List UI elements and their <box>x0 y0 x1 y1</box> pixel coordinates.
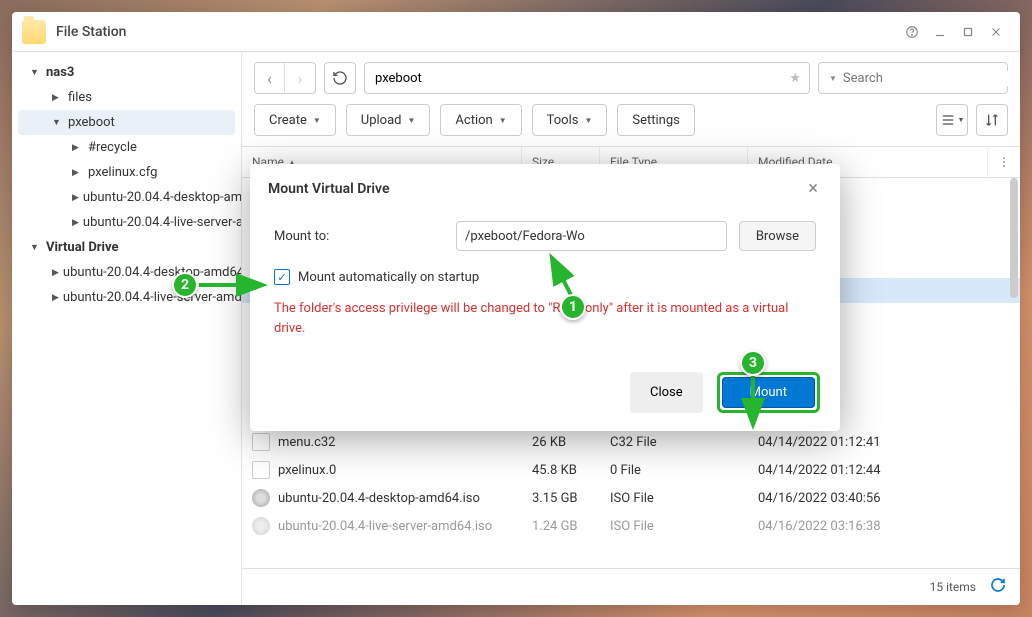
tree-item-pxelinux-cfg[interactable]: ▶pxelinux.cfg <box>12 160 241 185</box>
refresh-button[interactable] <box>324 62 356 94</box>
view-list-button[interactable]: ▼ <box>936 104 968 136</box>
table-row[interactable]: ubuntu-20.04.4-live-server-amd64.iso1.24… <box>242 512 1020 540</box>
iso-icon <box>252 517 270 535</box>
table-row[interactable]: pxelinux.045.8 KB0 File04/14/2022 01:12:… <box>242 456 1020 484</box>
help-button[interactable] <box>898 18 926 46</box>
annotation-2: 2 <box>172 272 198 298</box>
mount-to-input[interactable]: /pxeboot/Fedora-Wo <box>456 221 727 251</box>
settings-button[interactable]: Settings <box>617 104 694 136</box>
app-title: File Station <box>56 24 126 40</box>
file-icon <box>252 433 270 451</box>
dialog-title: Mount Virtual Drive <box>268 181 390 197</box>
close-button[interactable]: Close <box>630 372 703 413</box>
tree-item-files[interactable]: ▶files <box>12 85 241 110</box>
close-button[interactable] <box>982 18 1010 46</box>
nav-back[interactable]: ‹ <box>255 63 285 93</box>
item-count: 15 items <box>930 580 976 594</box>
path-input[interactable]: pxeboot ★ <box>364 62 810 94</box>
tree-item-ubuntu-desktop[interactable]: ▶ubuntu-20.04.4-desktop-amd64 <box>12 185 241 210</box>
sort-button[interactable] <box>976 104 1008 136</box>
app-icon <box>22 20 46 44</box>
nav-buttons: ‹ › <box>254 62 316 94</box>
tree-item-pxeboot[interactable]: ▼pxeboot <box>18 110 235 135</box>
browse-button[interactable]: Browse <box>739 221 816 251</box>
titlebar: File Station <box>12 12 1020 52</box>
search-input[interactable] <box>843 71 1009 86</box>
auto-mount-checkbox[interactable]: ✓ <box>274 269 290 285</box>
nav-forward[interactable]: › <box>285 63 315 93</box>
dialog-header: Mount Virtual Drive × <box>250 164 840 201</box>
tree-item-recycle[interactable]: ▶#recycle <box>12 135 241 160</box>
table-row[interactable]: menu.c3226 KBC32 File04/14/2022 01:12:41 <box>242 428 1020 456</box>
maximize-button[interactable] <box>954 18 982 46</box>
auto-mount-label: Mount automatically on startup <box>298 270 479 285</box>
tree-root-virtual-drive[interactable]: ▼Virtual Drive <box>12 235 241 260</box>
nav-toolbar: ‹ › pxeboot ★ ▼ <box>242 52 1020 100</box>
create-button[interactable]: Create▼ <box>254 104 336 136</box>
annotation-3: 3 <box>740 350 766 376</box>
arrow-3 <box>740 370 770 435</box>
scrollbar[interactable] <box>1010 178 1018 568</box>
sidebar: ▼nas3 ▶files ▼pxeboot ▶#recycle ▶pxelinu… <box>12 52 242 605</box>
tree-item-ubuntu-server[interactable]: ▶ubuntu-20.04.4-live-server-amd64 <box>12 210 241 235</box>
star-icon[interactable]: ★ <box>789 71 801 86</box>
iso-icon <box>252 489 270 507</box>
file-icon <box>252 461 270 479</box>
dialog-close-icon[interactable]: × <box>804 178 822 199</box>
tools-button[interactable]: Tools▼ <box>532 104 608 136</box>
refresh-icon[interactable] <box>990 577 1006 597</box>
status-bar: 15 items <box>242 568 1020 605</box>
search-box[interactable]: ▼ <box>818 62 1008 94</box>
minimize-button[interactable] <box>926 18 954 46</box>
arrow-2 <box>185 270 275 300</box>
annotation-1: 1 <box>560 294 586 320</box>
action-toolbar: Create▼ Upload▼ Action▼ Tools▼ Settings … <box>242 100 1020 146</box>
col-menu[interactable]: ⋮ <box>988 147 1020 177</box>
action-button[interactable]: Action▼ <box>440 104 521 136</box>
upload-button[interactable]: Upload▼ <box>346 104 431 136</box>
tree-root-nas3[interactable]: ▼nas3 <box>12 60 241 85</box>
mount-to-label: Mount to: <box>274 229 444 244</box>
table-row[interactable]: ubuntu-20.04.4-desktop-amd64.iso3.15 GBI… <box>242 484 1020 512</box>
